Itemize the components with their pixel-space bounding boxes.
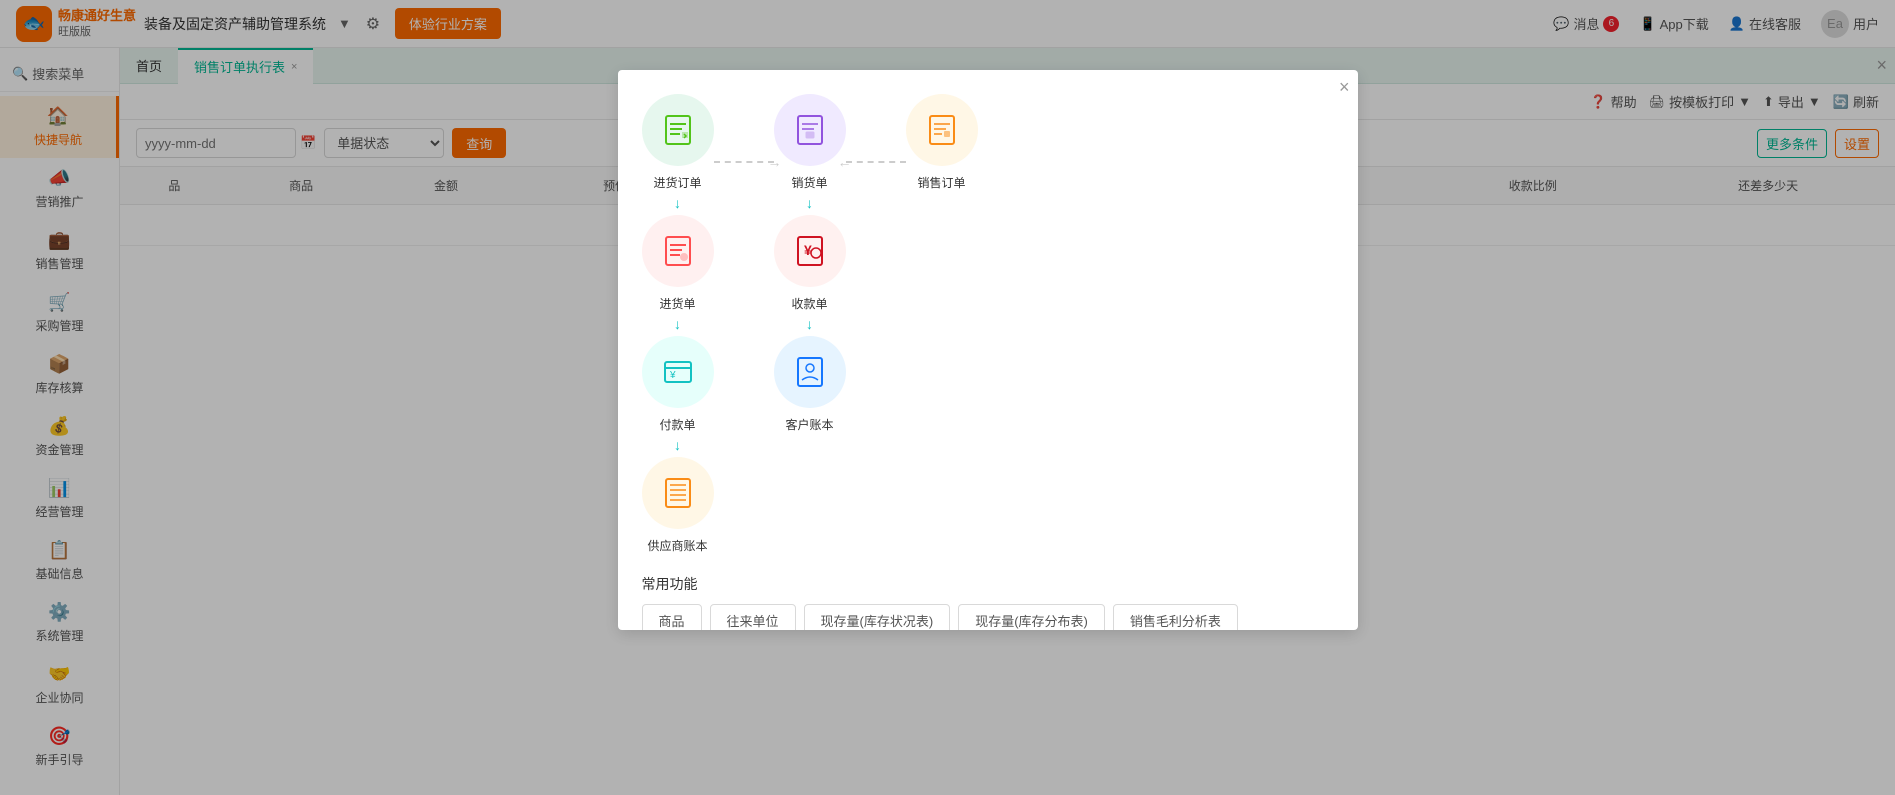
supplier-account-label: 供应商账本 [647, 537, 707, 554]
svg-text:¥: ¥ [804, 242, 812, 258]
sales-order-flow-label: 销售订单 [917, 174, 965, 191]
sales-order-flow-node[interactable]: 销售订单 [906, 94, 978, 191]
sales-bill-label: 销货单 [791, 174, 827, 191]
receipt-bill-label: 收款单 [791, 295, 827, 312]
func-inventory-distribution[interactable]: 现存量(库存分布表) [958, 604, 1105, 630]
customer-account-icon [792, 354, 828, 390]
purchase-bill-icon [660, 233, 696, 269]
func-counterpart[interactable]: 往来单位 [710, 604, 796, 630]
receipt-bill-circle: ¥ [774, 215, 846, 287]
payment-bill-node[interactable]: ¥ 付款单 [642, 336, 714, 433]
common-functions-title: 常用功能 [642, 574, 1334, 594]
purchase-bill-node[interactable]: 进货单 [642, 215, 714, 312]
sales-bill-icon [792, 112, 828, 148]
overlay[interactable]: × [0, 0, 1895, 795]
arrow-left-1: ← [846, 126, 906, 198]
sales-bill-circle [774, 94, 846, 166]
functions-row-1: 商品 往来单位 现存量(库存状况表) 现存量(库存分布表) 销售毛利分析表 商品… [642, 604, 1334, 630]
payment-bill-circle: ¥ [642, 336, 714, 408]
svg-text:¥: ¥ [669, 370, 676, 381]
payment-bill-label: 付款单 [659, 416, 695, 433]
customer-account-circle [774, 336, 846, 408]
customer-account-node[interactable]: 客户账本 [774, 336, 846, 433]
sales-bill-node[interactable]: 销货单 [774, 94, 846, 191]
purchase-bill-label: 进货单 [659, 295, 695, 312]
left-flow-column: 进货订单 ↓ [642, 94, 714, 554]
sales-bill-arrow-down: ↓ [806, 195, 813, 211]
supplier-account-circle [642, 457, 714, 529]
purchase-order-icon [660, 112, 696, 148]
purchase-order-node[interactable]: 进货订单 [642, 94, 714, 191]
purchase-order-circle [642, 94, 714, 166]
right-flow-column: 销货单 ↓ ¥ 收款单 [774, 94, 846, 433]
sales-order-flow-circle [906, 94, 978, 166]
customer-account-label: 客户账本 [785, 416, 833, 433]
popup-close-button[interactable]: × [1339, 78, 1350, 96]
purchase-order-arrow-down: ↓ [674, 195, 681, 211]
supplier-account-icon [660, 475, 696, 511]
middle-arrows: → [714, 94, 774, 206]
func-goods[interactable]: 商品 [642, 604, 702, 630]
sales-order-flow-icon [924, 112, 960, 148]
purchase-bill-arrow-down: ↓ [674, 316, 681, 332]
purchase-bill-circle [642, 215, 714, 287]
arrow-right-1: → [714, 126, 774, 198]
popup-panel: × [618, 70, 1358, 630]
payment-bill-icon: ¥ [660, 354, 696, 390]
purchase-order-label: 进货订单 [653, 174, 701, 191]
receipt-bill-icon: ¥ [792, 233, 828, 269]
supplier-account-node[interactable]: 供应商账本 [642, 457, 714, 554]
flow-diagram: 进货订单 ↓ [642, 94, 1334, 554]
right-dashed-arrows: ← [846, 94, 906, 206]
receipt-arrow-down: ↓ [806, 316, 813, 332]
popup-content: 进货订单 ↓ [618, 70, 1358, 630]
func-sales-gross-analysis[interactable]: 销售毛利分析表 [1113, 604, 1238, 630]
receipt-bill-node[interactable]: ¥ 收款单 [774, 215, 846, 312]
func-inventory-status[interactable]: 现存量(库存状况表) [804, 604, 951, 630]
payment-arrow-down: ↓ [674, 437, 681, 453]
sales-order-column: 销售订单 [906, 94, 978, 191]
common-functions: 常用功能 商品 往来单位 现存量(库存状况表) 现存量(库存分布表) 销售毛利分… [642, 574, 1334, 630]
